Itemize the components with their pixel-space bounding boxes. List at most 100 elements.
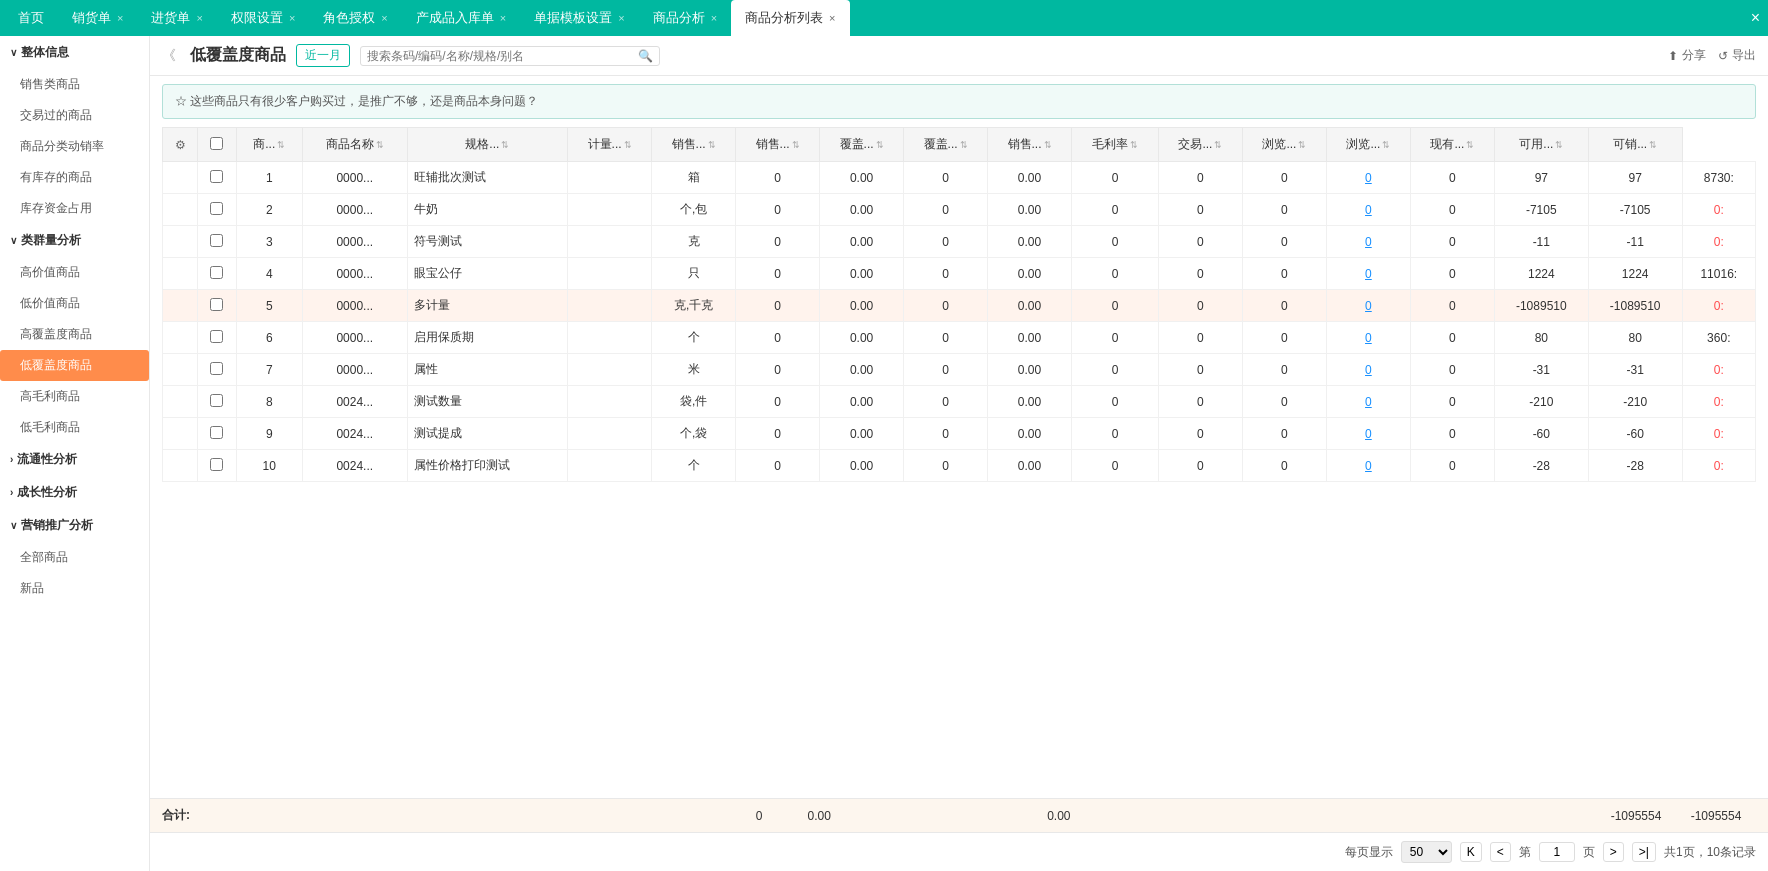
time-filter-button[interactable]: 近一月 — [296, 44, 350, 67]
sidebar-section-growth[interactable]: › 成长性分析 — [0, 476, 149, 509]
sidebar-item-stocked-goods[interactable]: 有库存的商品 — [0, 162, 149, 193]
name-column-header[interactable]: 商品名称⇅ — [302, 128, 407, 162]
sales-amt-column-header[interactable]: 销售...⇅ — [736, 128, 820, 162]
row-checkbox[interactable] — [198, 258, 236, 290]
row-select-checkbox[interactable] — [210, 330, 223, 343]
close-icon[interactable]: × — [618, 12, 624, 24]
page-number-input[interactable] — [1539, 842, 1575, 862]
row-browse1[interactable]: 0 — [1326, 226, 1410, 258]
sidebar-item-all-goods[interactable]: 全部商品 — [0, 542, 149, 573]
table-container[interactable]: ⚙ 商...⇅ 商品名称⇅ 规格...⇅ 计量...⇅ 销售...⇅ 销售...… — [150, 127, 1768, 798]
coverage2-column-header[interactable]: 覆盖...⇅ — [904, 128, 988, 162]
coverage1-column-header[interactable]: 覆盖...⇅ — [820, 128, 904, 162]
sidebar-section-marketing[interactable]: ∨ 营销推广分析 — [0, 509, 149, 542]
close-icon[interactable]: × — [381, 12, 387, 24]
row-browse1[interactable]: 0 — [1326, 322, 1410, 354]
collapse-sidebar-button[interactable]: 《 — [162, 47, 176, 65]
row-select-checkbox[interactable] — [210, 234, 223, 247]
sidebar-item-low-value[interactable]: 低价值商品 — [0, 288, 149, 319]
row-select-checkbox[interactable] — [210, 362, 223, 375]
row-select-checkbox[interactable] — [210, 170, 223, 183]
row-available-stock: -7105 — [1588, 194, 1682, 226]
close-icon[interactable]: × — [829, 12, 835, 24]
row-checkbox[interactable] — [198, 354, 236, 386]
sidebar-item-stock-capital[interactable]: 库存资金占用 — [0, 193, 149, 224]
row-browse1[interactable]: 0 — [1326, 386, 1410, 418]
page-size-select[interactable]: 50 20 100 — [1401, 841, 1452, 863]
nav-tab-finished-goods[interactable]: 产成品入库单 × — [402, 0, 520, 36]
nav-tab-goods-analysis[interactable]: 商品分析 × — [639, 0, 731, 36]
sidebar-section-overall[interactable]: ∨ 整体信息 — [0, 36, 149, 69]
row-checkbox[interactable] — [198, 386, 236, 418]
trade-column-header[interactable]: 交易...⇅ — [1158, 128, 1242, 162]
search-input[interactable] — [367, 49, 638, 63]
saleable-column-header[interactable]: 可销...⇅ — [1588, 128, 1682, 162]
first-page-button[interactable]: K — [1460, 842, 1482, 862]
row-browse1[interactable]: 0 — [1326, 450, 1410, 482]
sidebar-item-traded-goods[interactable]: 交易过的商品 — [0, 100, 149, 131]
sidebar-section-cluster[interactable]: ∨ 类群量分析 — [0, 224, 149, 257]
sidebar-item-high-coverage[interactable]: 高覆盖度商品 — [0, 319, 149, 350]
row-browse1[interactable]: 0 — [1326, 418, 1410, 450]
close-icon[interactable]: × — [117, 12, 123, 24]
sales3-column-header[interactable]: 销售...⇅ — [988, 128, 1072, 162]
row-browse1[interactable]: 0 — [1326, 258, 1410, 290]
row-browse1[interactable]: 0 — [1326, 354, 1410, 386]
sales-qty-column-header[interactable]: 销售...⇅ — [652, 128, 736, 162]
close-icon[interactable]: × — [711, 12, 717, 24]
code-column-header[interactable]: 商...⇅ — [236, 128, 302, 162]
sidebar-item-high-margin[interactable]: 高毛利商品 — [0, 381, 149, 412]
row-checkbox[interactable] — [198, 450, 236, 482]
row-checkbox[interactable] — [198, 418, 236, 450]
select-all-checkbox[interactable] — [210, 137, 223, 150]
sidebar-item-low-margin[interactable]: 低毛利商品 — [0, 412, 149, 443]
search-icon[interactable]: 🔍 — [638, 49, 653, 63]
row-checkbox[interactable] — [198, 290, 236, 322]
sidebar-item-high-value[interactable]: 高价值商品 — [0, 257, 149, 288]
sidebar-item-low-coverage[interactable]: 低覆盖度商品 — [0, 350, 149, 381]
browse2-column-header[interactable]: 浏览...⇅ — [1326, 128, 1410, 162]
sidebar-section-liquidity[interactable]: › 流通性分析 — [0, 443, 149, 476]
row-select-checkbox[interactable] — [210, 394, 223, 407]
settings-column-header[interactable]: ⚙ — [163, 128, 198, 162]
share-button[interactable]: ⬆ 分享 — [1668, 47, 1706, 64]
browse1-column-header[interactable]: 浏览...⇅ — [1242, 128, 1326, 162]
prev-page-button[interactable]: < — [1490, 842, 1511, 862]
current-stock-column-header[interactable]: 现有...⇅ — [1410, 128, 1494, 162]
close-all-tabs-icon[interactable]: × — [1751, 9, 1760, 27]
row-checkbox[interactable] — [198, 162, 236, 194]
last-page-button[interactable]: >| — [1632, 842, 1656, 862]
export-button[interactable]: ↺ 导出 — [1718, 47, 1756, 64]
row-select-checkbox[interactable] — [210, 266, 223, 279]
nav-tab-templates[interactable]: 单据模板设置 × — [520, 0, 638, 36]
row-checkbox[interactable] — [198, 322, 236, 354]
row-browse1[interactable]: 0 — [1326, 194, 1410, 226]
row-select-checkbox[interactable] — [210, 426, 223, 439]
checkbox-column-header[interactable] — [198, 128, 236, 162]
gross-margin-column-header[interactable]: 毛利率⇅ — [1072, 128, 1159, 162]
nav-tab-home[interactable]: 首页 — [4, 0, 58, 36]
nav-tab-roles[interactable]: 角色授权 × — [309, 0, 401, 36]
sidebar-item-sales-goods[interactable]: 销售类商品 — [0, 69, 149, 100]
nav-tab-sales[interactable]: 销货单 × — [58, 0, 137, 36]
row-select-checkbox[interactable] — [210, 458, 223, 471]
row-checkbox[interactable] — [198, 194, 236, 226]
nav-tab-goods-analysis-list[interactable]: 商品分析列表 × — [731, 0, 849, 36]
sidebar-item-new-goods[interactable]: 新品 — [0, 573, 149, 604]
nav-tab-purchase[interactable]: 进货单 × — [137, 0, 216, 36]
available-stock-column-header[interactable]: 可用...⇅ — [1494, 128, 1588, 162]
row-checkbox[interactable] — [198, 226, 236, 258]
close-icon[interactable]: × — [196, 12, 202, 24]
sidebar-item-category-rate[interactable]: 商品分类动销率 — [0, 131, 149, 162]
close-icon[interactable]: × — [500, 12, 506, 24]
nav-tab-permissions[interactable]: 权限设置 × — [217, 0, 309, 36]
settings-icon[interactable]: ⚙ — [175, 138, 186, 152]
spec-column-header[interactable]: 规格...⇅ — [407, 128, 568, 162]
unit-column-header[interactable]: 计量...⇅ — [568, 128, 652, 162]
next-page-button[interactable]: > — [1603, 842, 1624, 862]
row-browse1[interactable]: 0 — [1326, 162, 1410, 194]
row-select-checkbox[interactable] — [210, 202, 223, 215]
close-icon[interactable]: × — [289, 12, 295, 24]
row-browse1[interactable]: 0 — [1326, 290, 1410, 322]
row-select-checkbox[interactable] — [210, 298, 223, 311]
